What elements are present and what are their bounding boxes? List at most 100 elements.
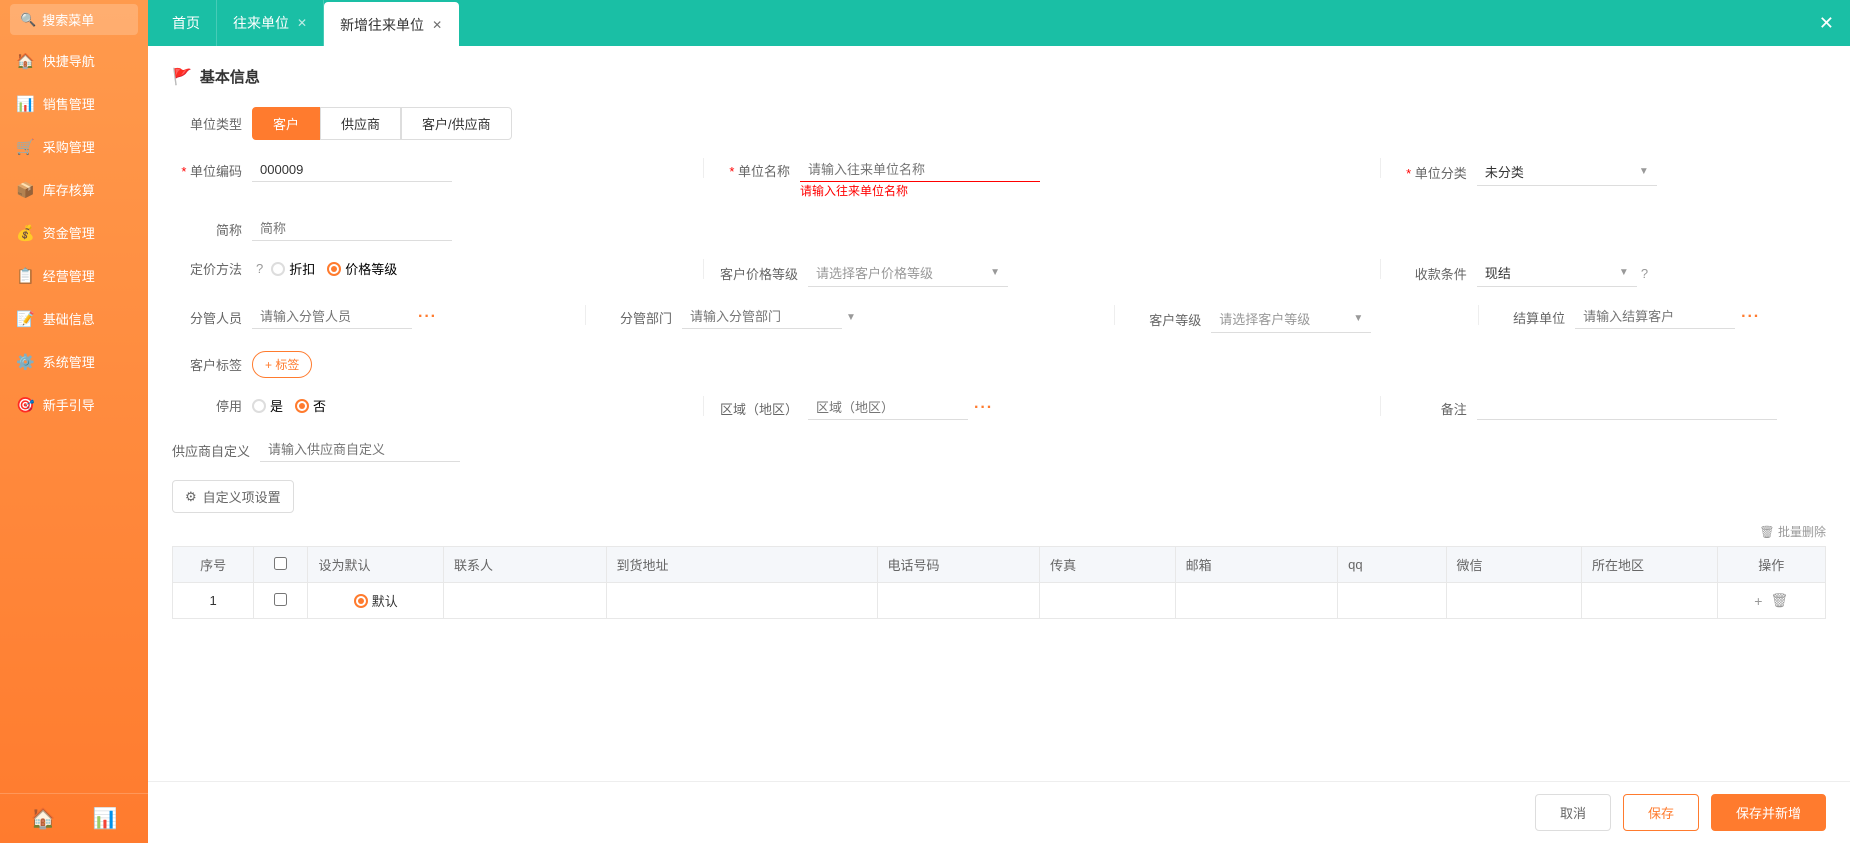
tab-partners[interactable]: 往来单位 ✕	[217, 0, 324, 46]
settlement-input[interactable]	[1575, 305, 1735, 329]
tab-home[interactable]: 首页	[156, 0, 217, 46]
sidebar-item-quick-nav[interactable]: 🏠快捷导航	[0, 39, 148, 82]
row-address-input[interactable]	[617, 593, 867, 608]
sidebar-item-purchase[interactable]: 🛒 采购管理	[0, 125, 148, 168]
section-icon: 🚩	[172, 67, 192, 87]
batch-delete[interactable]: 🗑 批量删除	[172, 523, 1826, 540]
radio-yes[interactable]: 是	[252, 396, 283, 415]
manager-more-button[interactable]: ···	[412, 308, 443, 326]
region-more-button[interactable]: ···	[968, 399, 999, 417]
supplier-custom-input[interactable]	[260, 438, 460, 462]
home-icon[interactable]: 🏠	[31, 806, 56, 831]
remark-input[interactable]	[1477, 396, 1777, 420]
th-qq: qq	[1338, 547, 1446, 583]
unit-type-both[interactable]: 客户/供应商	[401, 107, 512, 140]
window-close-button[interactable]: ✕	[1811, 13, 1842, 34]
manager-field: 分管人员 ···	[172, 305, 569, 329]
row-phone	[877, 583, 1040, 619]
payment-terms-select[interactable]: 现结 ▼	[1477, 259, 1637, 287]
row-wechat-input[interactable]	[1457, 593, 1571, 608]
row-actions: + 🗑	[1717, 583, 1826, 619]
row-phone-input[interactable]	[888, 593, 1030, 608]
settlement-field: 结算单位 ···	[1495, 305, 1826, 329]
unit-name-input[interactable]	[800, 158, 1040, 182]
radio-price-level[interactable]: 价格等级	[327, 259, 397, 278]
supplier-custom-field: 供应商自定义	[172, 438, 1826, 462]
purchase-icon: 🛒	[16, 138, 35, 156]
sidebar-item-finance[interactable]: 💰资金管理	[0, 211, 148, 254]
row-email-input[interactable]	[1186, 593, 1328, 608]
radio-no[interactable]: 否	[295, 396, 326, 415]
sidebar-item-label: 采购管理	[43, 137, 95, 156]
chevron-down-icon-4: ▼	[846, 312, 856, 323]
sidebar-item-sales[interactable]: 📊销售管理	[0, 82, 148, 125]
region-input[interactable]	[808, 396, 968, 420]
batch-delete-label: 批量删除	[1778, 525, 1826, 539]
abbr-input[interactable]	[252, 217, 452, 241]
row-qq-input[interactable]	[1348, 593, 1435, 608]
sidebar-item-inventory[interactable]: 📦库存核算	[0, 168, 148, 211]
dept-label: 分管部门	[602, 308, 682, 327]
sidebar: 🔍 搜索菜单 🏠快捷导航📊销售管理 🛒 采购管理 📦库存核算💰资金管理📋经营管理📝基础…	[0, 0, 148, 843]
add-tag-label: + 标签	[265, 356, 299, 373]
row-default-radio[interactable]: 默认	[318, 591, 432, 610]
search-icon: 🔍	[20, 12, 36, 28]
dept-dropdown[interactable]: ▼	[842, 312, 860, 323]
unit-type-group: 客户 供应商 客户/供应商	[252, 107, 512, 140]
add-tag-button[interactable]: + 标签	[252, 351, 312, 378]
sidebar-item-basic[interactable]: 📝基础信息	[0, 297, 148, 340]
search-menu-label: 搜索菜单	[42, 10, 94, 29]
sidebar-item-guide[interactable]: 🎯新手引导	[0, 383, 148, 426]
row-region-input[interactable]	[1592, 593, 1706, 608]
sidebar-item-label: 库存核算	[43, 180, 95, 199]
customer-level-select[interactable]: 请选择客户等级 ▼	[1211, 305, 1371, 333]
sales-icon: 📊	[16, 95, 35, 113]
search-menu[interactable]: 🔍 搜索菜单	[10, 4, 138, 35]
unit-category-select[interactable]: 未分类 ▼	[1477, 158, 1657, 186]
customer-level-label: 客户等级	[1131, 310, 1211, 329]
row-delete-button[interactable]: 🗑	[1770, 592, 1788, 609]
manager-input[interactable]	[252, 305, 412, 329]
finance-icon: 💰	[16, 224, 35, 242]
row-contact-input[interactable]	[454, 593, 596, 608]
settlement-more-button[interactable]: ···	[1735, 308, 1766, 326]
unit-code-input[interactable]: 000009	[252, 158, 452, 182]
sidebar-bottom: 🏠 📊	[0, 793, 148, 843]
save-and-new-button[interactable]: 保存并新增	[1711, 794, 1826, 831]
customer-price-level-select[interactable]: 请选择客户价格等级 ▼	[808, 259, 1008, 287]
payment-question-icon[interactable]: ?	[1641, 266, 1648, 281]
payment-terms-label: 收款条件	[1397, 264, 1477, 283]
row-fax	[1040, 583, 1175, 619]
chart-icon[interactable]: 📊	[93, 806, 118, 831]
th-region: 所在地区	[1582, 547, 1717, 583]
customer-price-level-label: 客户价格等级	[720, 264, 808, 283]
payment-terms-field: 收款条件 现结 ▼ ?	[1397, 259, 1826, 287]
tab-new-partner[interactable]: 新增往来单位 ✕	[324, 2, 459, 48]
remark-label: 备注	[1397, 399, 1477, 418]
customer-level-field: 客户等级 请选择客户等级 ▼	[1131, 305, 1462, 333]
dept-input[interactable]	[682, 305, 842, 329]
save-button[interactable]: 保存	[1623, 794, 1699, 831]
sidebar-item-label: 基础信息	[43, 309, 95, 328]
radio-yes-label: 是	[270, 396, 283, 415]
table-header-row: 序号 设为默认 联系人 到货地址 电话号码 传真 邮箱 qq 微信 所在地区 操…	[173, 547, 1826, 583]
tab-new-partner-close[interactable]: ✕	[432, 18, 442, 32]
select-all-checkbox[interactable]	[274, 557, 287, 570]
tab-partners-close[interactable]: ✕	[297, 16, 307, 30]
unit-type-customer[interactable]: 客户	[252, 107, 320, 140]
row-add-button[interactable]: +	[1754, 592, 1762, 609]
radio-discount[interactable]: 折扣	[271, 259, 315, 278]
row-select-checkbox[interactable]	[274, 593, 287, 606]
row-fax-input[interactable]	[1050, 593, 1164, 608]
sidebar-item-operation[interactable]: 📋经营管理	[0, 254, 148, 297]
cancel-button[interactable]: 取消	[1535, 794, 1611, 831]
unit-type-supplier[interactable]: 供应商	[320, 107, 401, 140]
radio-yes-circle	[252, 399, 266, 413]
dept-field: 分管部门 ▼	[602, 305, 1098, 329]
sidebar-item-system[interactable]: ⚙️系统管理	[0, 340, 148, 383]
disable-label: 停用	[172, 396, 252, 415]
tab-bar: 首页 往来单位 ✕ 新增往来单位 ✕ ✕	[148, 0, 1850, 46]
custom-settings-button[interactable]: ⚙ 自定义项设置	[172, 480, 294, 513]
chevron-down-icon-2: ▼	[990, 267, 1000, 278]
pricing-question-icon[interactable]: ?	[256, 261, 263, 276]
